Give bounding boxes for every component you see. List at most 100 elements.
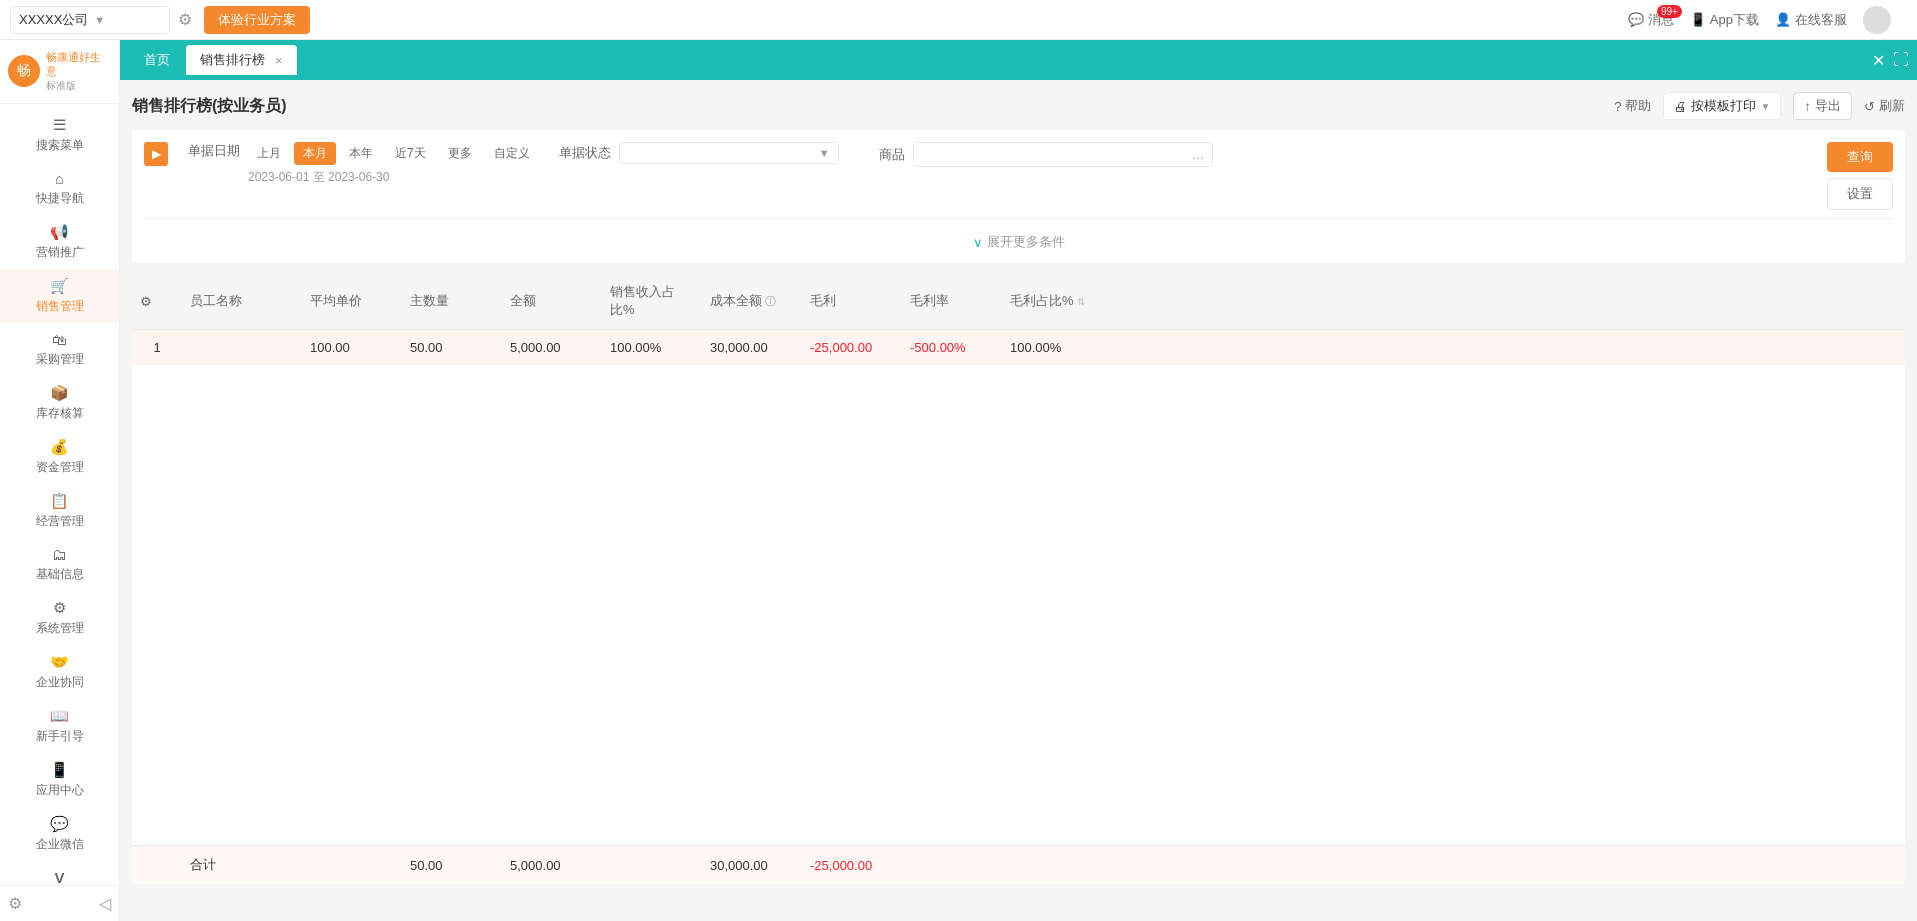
sales-mgmt-label: 销售管理 [36,298,84,315]
purchase-mgmt-icon: 🛍 [52,331,67,348]
sidebar-item-finance-mgmt[interactable]: 💰 资金管理 [0,430,119,484]
quick-nav-icon: ⌂ [55,170,64,187]
filter-status-section: 单据状态 ▼ [559,142,839,164]
msg-btn[interactable]: 💬 消息 99+ [1628,11,1674,29]
sales-mgmt-icon: 🛒 [50,277,69,295]
marketing-icon: 📢 [50,223,69,241]
app-center-label: 应用中心 [36,782,84,799]
query-btn[interactable]: 查询 [1827,142,1893,172]
msg-icon: 💬 [1628,12,1644,27]
goods-input[interactable]: ... [913,142,1213,167]
inventory-icon: 📦 [50,384,69,402]
date-option-row: 上月 本月 本年 近7天 更多 自定义 [248,142,539,165]
date-opt-last-month[interactable]: 上月 [248,142,290,165]
footer-label: 合计 [182,846,302,884]
purchase-mgmt-label: 采购管理 [36,351,84,368]
sidebar-item-quick-nav[interactable]: ⌂ 快捷导航 [0,162,119,215]
tab-sales-ranking[interactable]: 销售排行榜 × [186,45,297,75]
sidebar-item-enterprise-wechat[interactable]: 💬 企业微信 [0,807,119,861]
th-cost-label: 成本全额 [710,292,762,310]
company-selector[interactable]: XXXXX公司 ▼ [10,6,170,34]
sidebar-item-member[interactable]: V 畅会员 [0,861,119,885]
sidebar-item-beginner-guide[interactable]: 📖 新手引导 [0,699,119,753]
date-opt-more[interactable]: 更多 [439,142,481,165]
footer-empty [132,846,182,884]
date-opt-7days[interactable]: 近7天 [386,142,435,165]
help-btn[interactable]: ? 帮助 [1614,97,1651,115]
profit-pct-sort-icon[interactable]: ⇅ [1077,296,1085,307]
sidebar-item-app-center[interactable]: 📱 应用中心 [0,753,119,807]
sidebar-nav: ☰ 搜索菜单 ⌂ 快捷导航 📢 营销推广 🛒 销售管理 🛍 采购管理 [0,104,119,885]
app-download-btn[interactable]: 📱 App下载 [1690,11,1759,29]
filter-toggle[interactable]: ▶ [144,142,168,166]
sidebar-item-marketing[interactable]: 📢 营销推广 [0,215,119,269]
user-avatar[interactable] [1863,6,1891,34]
online-service-btn[interactable]: 👤 在线客服 [1775,11,1847,29]
date-opt-current-month[interactable]: 本月 [294,142,336,165]
industry-btn[interactable]: 体验行业方案 [204,6,310,34]
finance-mgmt-icon: 💰 [50,438,69,456]
gear-icon: ⚙ [178,10,192,29]
refresh-label: 刷新 [1879,97,1905,115]
tab-fullscreen-btn[interactable]: ⛶ [1893,51,1909,69]
member-icon: V [54,869,64,885]
company-name: XXXXX公司 [19,11,88,29]
sidebar-item-search-order[interactable]: ☰ 搜索菜单 [0,108,119,162]
top-bar: XXXXX公司 ▼ ⚙ 体验行业方案 💬 消息 99+ 📱 App下载 👤 在线… [0,0,1917,40]
help-icon: ? [1614,99,1621,114]
tab-close-btn[interactable]: ✕ [1872,51,1885,70]
table-header: ⚙ 员工名称 平均单价 主数量 全额 [132,273,1905,330]
filter-goods-section: 商品 ... [879,142,1213,167]
settings-col-icon[interactable]: ⚙ [140,294,152,309]
sidebar-item-purchase-mgmt[interactable]: 🛍 采购管理 [0,323,119,376]
th-main-qty-label: 主数量 [410,292,449,310]
tab-home[interactable]: 首页 [128,43,186,77]
footer-profit-value: -25,000.00 [810,858,872,873]
cost-info-icon[interactable]: ⓘ [765,294,776,309]
app-center-icon: 📱 [50,761,69,779]
sidebar-item-system-mgmt[interactable]: ⚙ 系统管理 [0,591,119,645]
print-btn[interactable]: 🖨 按模板打印 ▼ [1663,92,1781,120]
content-area: 首页 销售排行榜 × ✕ ⛶ 销售排行榜(按业务员) ? [120,40,1917,921]
sidebar-settings-icon[interactable]: ⚙ [8,894,22,913]
expand-more-btn[interactable]: ∨ 展开更多条件 [973,233,1065,251]
date-opt-custom[interactable]: 自定义 [485,142,539,165]
filter-section: ▶ 单据日期 上月 本月 本年 近7天 [132,130,1905,263]
avg-price-value: 100.00 [310,340,350,355]
sidebar-item-sales-mgmt[interactable]: 🛒 销售管理 [0,269,119,323]
basic-info-label: 基础信息 [36,566,84,583]
th-profit-pct: 毛利占比% ⇅ [1002,273,1102,329]
td-avg-price: 100.00 [302,330,402,365]
tab-bar-right: ✕ ⛶ [1872,51,1909,70]
sidebar-item-basic-info[interactable]: 🗂 基础信息 [0,538,119,591]
footer-profit-pct [1002,846,1102,884]
export-icon: ↑ [1804,99,1811,114]
tab-close-icon[interactable]: × [275,53,283,68]
print-arrow-icon: ▼ [1760,101,1770,112]
footer-profit-rate [902,846,1002,884]
td-sales-pct: 100.00% [602,330,702,365]
sidebar-item-inventory[interactable]: 📦 库存核算 [0,376,119,430]
th-sales-pct: 销售收入占比% [602,273,702,329]
sidebar-item-enterprise-collab[interactable]: 🤝 企业协同 [0,645,119,699]
operation-mgmt-label: 经营管理 [36,513,84,530]
th-sales-pct-label: 销售收入占比% [610,283,694,319]
print-icon: 🖨 [1674,99,1687,114]
status-select[interactable]: ▼ [619,142,839,164]
date-opt-this-year[interactable]: 本年 [340,142,382,165]
gear-btn[interactable]: ⚙ [178,10,192,29]
settings-btn[interactable]: 设置 [1827,178,1893,210]
beginner-guide-icon: 📖 [50,707,69,725]
sidebar-collapse-icon[interactable]: ◁ [99,894,111,913]
profit-pct-value: 100.00% [1010,340,1061,355]
page-header: 销售排行榜(按业务员) ? 帮助 🖨 按模板打印 ▼ ↑ [132,92,1905,120]
sidebar-logo: 畅 畅康通好生意 标准版 [0,40,119,104]
profit-value: -25,000.00 [810,340,872,355]
footer-amount: 5,000.00 [502,846,602,884]
sidebar-item-operation-mgmt[interactable]: 📋 经营管理 [0,484,119,538]
status-label: 单据状态 [559,144,611,162]
basic-info-icon: 🗂 [52,546,67,563]
export-btn[interactable]: ↑ 导出 [1793,92,1852,120]
refresh-btn[interactable]: ↺ 刷新 [1864,97,1905,115]
enterprise-collab-label: 企业协同 [36,674,84,691]
